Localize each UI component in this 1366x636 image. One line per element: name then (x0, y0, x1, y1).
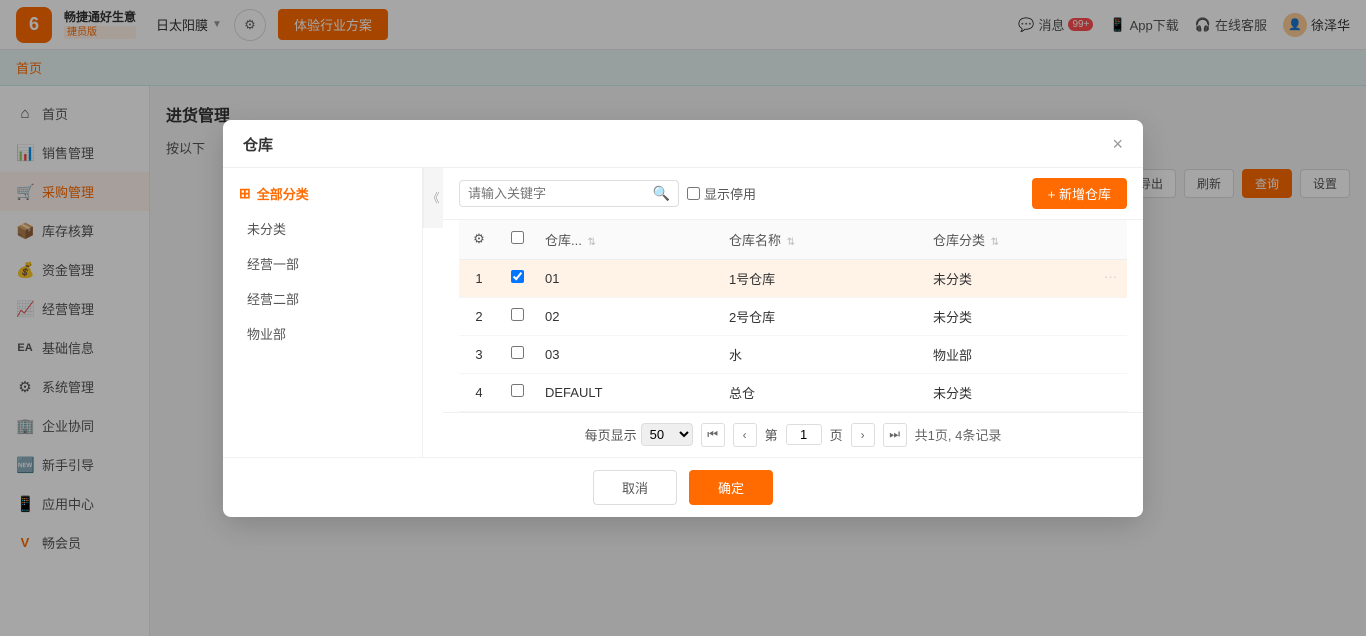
row-num: 2 (459, 297, 499, 335)
show-disabled-text: 显示停用 (704, 184, 756, 203)
sort-icon-category: ⇅ (991, 237, 999, 248)
category-label: 经营一部 (247, 257, 299, 272)
th-name: 仓库名称 ⇅ (719, 220, 923, 260)
next-page-button[interactable]: › (851, 423, 875, 447)
row-category: 未分类 (923, 297, 1127, 335)
page-label: 第 (765, 425, 778, 444)
dialog-body: ⊞ 全部分类 未分类 经营一部 经营二部 物业部 《 (223, 168, 1143, 457)
page-unit: 页 (830, 425, 843, 444)
pagination: 每页显示 50 10 20 100 ⏮ ‹ 第 (443, 412, 1143, 457)
first-page-icon: ⏮ (707, 427, 718, 442)
category-item-ops1[interactable]: 经营一部 (223, 246, 422, 281)
current-page-input[interactable] (786, 424, 822, 445)
show-disabled-checkbox[interactable] (687, 187, 700, 200)
th-code: 仓库... ⇅ (535, 220, 719, 260)
th-code-label: 仓库... (545, 233, 582, 248)
prev-page-icon: ‹ (743, 428, 747, 442)
per-page-label: 每页显示 (585, 425, 637, 444)
search-input[interactable] (468, 186, 653, 201)
add-warehouse-button[interactable]: + 新增仓库 (1032, 178, 1127, 209)
last-page-button[interactable]: ⏭ (883, 423, 907, 447)
confirm-button[interactable]: 确定 (689, 470, 773, 505)
category-label: 经营二部 (247, 292, 299, 307)
page-total: 共1页, 4条记录 (915, 425, 1002, 444)
dialog-footer: 取消 确定 (223, 457, 1143, 517)
row-num: 4 (459, 373, 499, 411)
row-name: 水 (719, 335, 923, 373)
row-checkbox[interactable] (511, 308, 524, 321)
category-item-ops2[interactable]: 经营二部 (223, 281, 422, 316)
row-category: 未分类··· (923, 259, 1127, 297)
last-page-icon: ⏭ (889, 427, 900, 442)
page-size-select: 每页显示 50 10 20 100 (585, 423, 693, 446)
row-name: 总仓 (719, 373, 923, 411)
select-all-checkbox[interactable] (511, 231, 524, 244)
th-category: 仓库分类 ⇅ (923, 220, 1127, 260)
dialog-title: 仓库 (243, 134, 273, 155)
warehouse-table: ⚙ 仓库... ⇅ 仓库名称 (459, 220, 1127, 412)
row-checkbox-cell (499, 373, 535, 411)
modal-overlay: 仓库 × ⊞ 全部分类 未分类 经营一部 经营二部 (0, 0, 1366, 636)
th-settings: ⚙ (459, 220, 499, 260)
row-checkbox-cell (499, 297, 535, 335)
row-code: 03 (535, 335, 719, 373)
sort-icon-code: ⇅ (587, 237, 595, 248)
category-item-uncategorized[interactable]: 未分类 (223, 211, 422, 246)
search-input-wrap: 🔍 (459, 180, 679, 207)
category-item-property[interactable]: 物业部 (223, 316, 422, 351)
warehouse-table-wrap: ⚙ 仓库... ⇅ 仓库名称 (443, 220, 1143, 412)
all-categories-label: 全部分类 (257, 184, 309, 203)
first-page-button[interactable]: ⏮ (701, 423, 725, 447)
th-checkbox (499, 220, 535, 260)
row-name: 1号仓库 (719, 259, 923, 297)
table-row[interactable]: 4 DEFAULT 总仓 未分类 (459, 373, 1127, 411)
show-disabled-label[interactable]: 显示停用 (687, 184, 756, 203)
warehouse-dialog: 仓库 × ⊞ 全部分类 未分类 经营一部 经营二部 (223, 120, 1143, 517)
table-header-row: ⚙ 仓库... ⇅ 仓库名称 (459, 220, 1127, 260)
th-name-label: 仓库名称 (729, 233, 781, 248)
table-toolbar: 🔍 显示停用 + 新增仓库 (443, 168, 1143, 220)
close-button[interactable]: × (1112, 135, 1123, 153)
row-category: 物业部 (923, 335, 1127, 373)
category-sidebar: ⊞ 全部分类 未分类 经营一部 经营二部 物业部 (223, 168, 423, 457)
row-num: 1 (459, 259, 499, 297)
row-checkbox[interactable] (511, 270, 524, 283)
sort-icon-name: ⇅ (787, 237, 795, 248)
dialog-header: 仓库 × (223, 120, 1143, 168)
settings-col-icon: ⚙ (473, 231, 485, 246)
collapse-sidebar-button[interactable]: 《 (423, 168, 443, 228)
row-actions-icon[interactable]: ··· (1104, 269, 1117, 284)
right-panel: 🔍 显示停用 + 新增仓库 ⚙ (443, 168, 1143, 457)
row-checkbox-cell (499, 259, 535, 297)
table-row[interactable]: 3 03 水 物业部 (459, 335, 1127, 373)
row-num: 3 (459, 335, 499, 373)
th-category-label: 仓库分类 (933, 233, 985, 248)
row-checkbox-cell (499, 335, 535, 373)
search-icon[interactable]: 🔍 (653, 185, 670, 202)
row-code: DEFAULT (535, 373, 719, 411)
row-code: 01 (535, 259, 719, 297)
row-checkbox[interactable] (511, 384, 524, 397)
category-label: 未分类 (247, 222, 286, 237)
cancel-button[interactable]: 取消 (593, 470, 677, 505)
table-row[interactable]: 2 02 2号仓库 未分类 (459, 297, 1127, 335)
row-checkbox[interactable] (511, 346, 524, 359)
row-category: 未分类 (923, 373, 1127, 411)
row-name: 2号仓库 (719, 297, 923, 335)
category-label: 物业部 (247, 327, 286, 342)
table-row[interactable]: 1 01 1号仓库 未分类··· (459, 259, 1127, 297)
per-page-dropdown[interactable]: 50 10 20 100 (641, 423, 693, 446)
prev-page-button[interactable]: ‹ (733, 423, 757, 447)
grid-icon: ⊞ (239, 185, 251, 202)
next-page-icon: › (861, 428, 865, 442)
row-code: 02 (535, 297, 719, 335)
all-categories-item[interactable]: ⊞ 全部分类 (223, 176, 422, 211)
